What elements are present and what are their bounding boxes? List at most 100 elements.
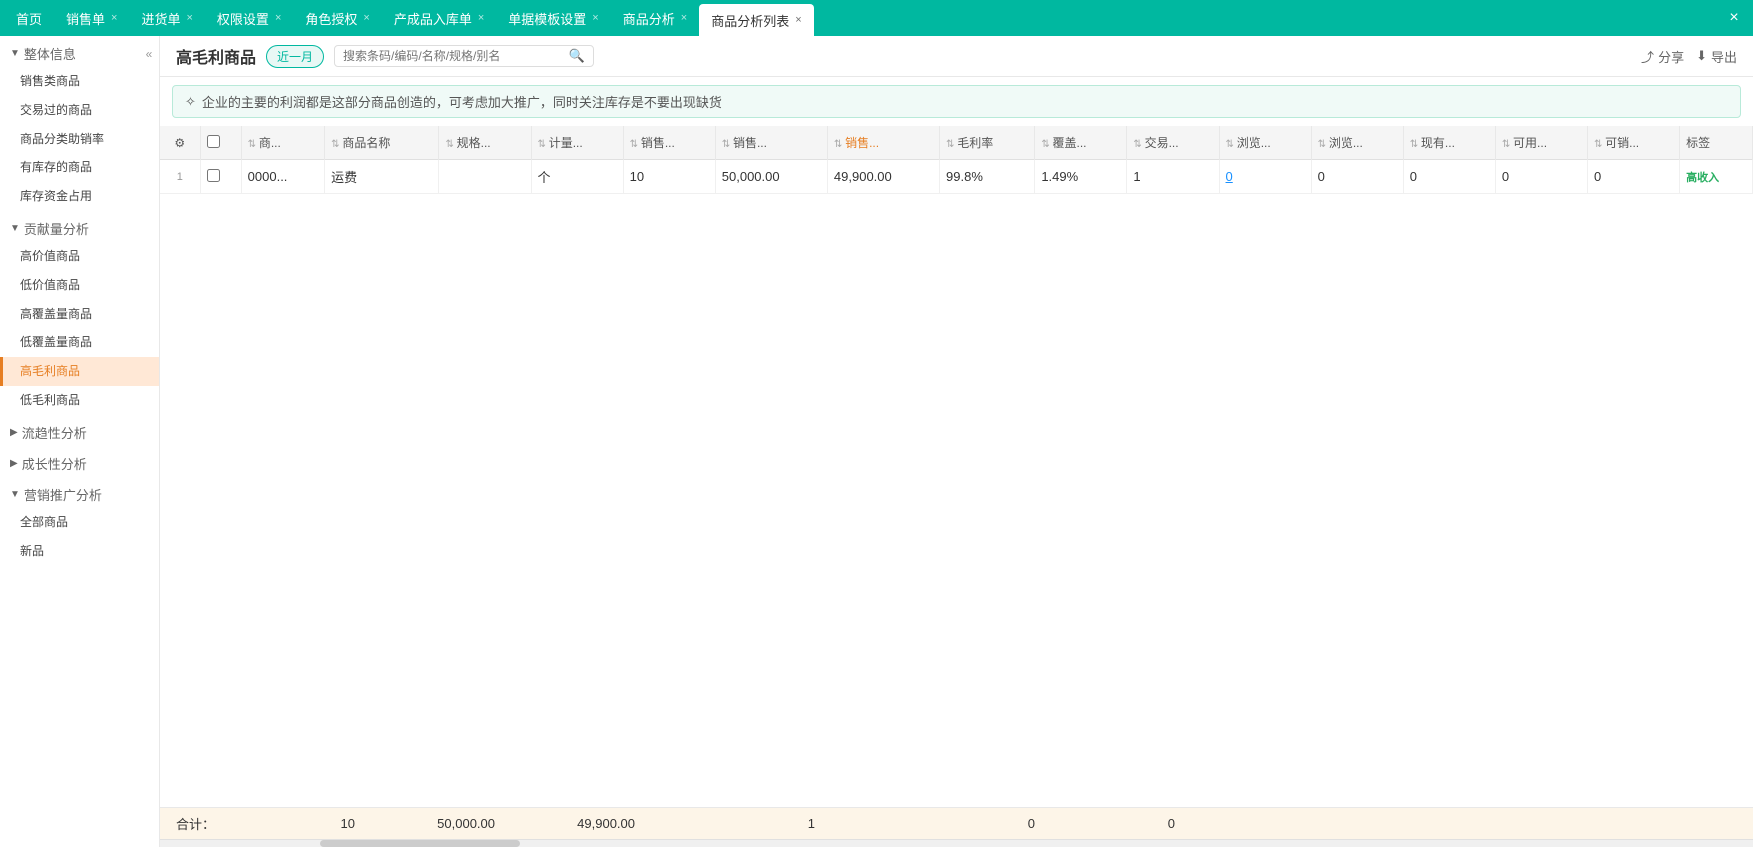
nav-close-template[interactable]: × [592,12,598,24]
nav-close-role[interactable]: × [363,12,369,24]
sidebar-item-sales-goods[interactable]: 销售类商品 [0,67,159,96]
nav-sales-order[interactable]: 销售单 × [54,0,129,36]
export-button[interactable]: ⬇ 导出 [1696,47,1737,66]
col-sales-profit[interactable]: 销售... [827,126,939,160]
sidebar-item-all-goods[interactable]: 全部商品 [0,508,159,537]
col-tag: 标签 [1680,126,1753,160]
nav-close-analysis[interactable]: × [681,12,687,24]
nav-close-permission[interactable]: × [275,12,281,24]
footer-stock-available: 0 [955,816,1035,831]
cell-browse2: 0 [1311,160,1403,194]
cell-stock-available: 0 [1495,160,1587,194]
filter-recent-month-button[interactable]: 近一月 [266,45,324,68]
share-button[interactable]: ⤴ 分享 [1641,47,1684,66]
table-container[interactable]: ⚙ 商... 商品名称 规格... 计量... 销售... 销售... 销售..… [160,126,1753,807]
cell-gross-margin: 99.8% [940,160,1035,194]
col-settings[interactable]: ⚙ [160,126,200,160]
footer-sales-qty: 10 [275,816,355,831]
nav-close-all-button[interactable]: × [1719,0,1749,36]
nav-finished-goods[interactable]: 产成品入库单 × [382,0,496,36]
horizontal-scrollbar[interactable] [160,839,1753,847]
top-nav: 首页 销售单 × 进货单 × 权限设置 × 角色授权 × 产成品入库单 × 单据… [0,0,1753,36]
nav-product-analysis[interactable]: 商品分析 × [611,0,699,36]
col-name[interactable]: 商品名称 [325,126,439,160]
cell-checkbox[interactable] [200,160,241,194]
content-header: 高毛利商品 近一月 🔍 ⤴ 分享 ⬇ 导出 [160,36,1753,77]
footer-transaction: 1 [735,816,815,831]
col-unit[interactable]: 计量... [531,126,623,160]
cell-sales-profit: 49,900.00 [827,160,939,194]
nav-role-auth[interactable]: 角色授权 × [293,0,381,36]
export-icon: ⬇ [1696,48,1707,64]
sidebar-group-flow[interactable]: ▶ 流趋性分析 [0,415,159,446]
sidebar-item-category-rate[interactable]: 商品分类助销率 [0,125,159,154]
col-stock-available[interactable]: 可用... [1495,126,1587,160]
cell-index: 1 [160,160,200,194]
search-icon[interactable]: 🔍 [569,48,585,64]
sidebar-item-stock-capital[interactable]: 库存资金占用 [0,182,159,211]
footer-label: 合计： [176,814,215,833]
share-icon: ⤴ [1641,47,1654,66]
sidebar-item-stock-goods[interactable]: 有库存的商品 [0,153,159,182]
sidebar-item-high-value[interactable]: 高价值商品 [0,242,159,271]
table-footer: 合计： 10 50,000.00 49,900.00 1 0 0 [160,807,1753,839]
header-actions: ⤴ 分享 ⬇ 导出 [1641,47,1737,66]
nav-template-settings[interactable]: 单据模板设置 × [496,0,610,36]
col-stock-saleable[interactable]: 可销... [1587,126,1679,160]
select-all-checkbox[interactable] [207,135,220,148]
cell-browse1[interactable]: 0 [1219,160,1311,194]
info-icon: ✧ [185,94,196,110]
sidebar-item-low-value[interactable]: 低价值商品 [0,271,159,300]
col-spec[interactable]: 规格... [439,126,531,160]
col-sales-amount[interactable]: 销售... [715,126,827,160]
page-title: 高毛利商品 [176,44,256,68]
table-row: 1 0000... 运费 个 10 50,000.00 49,900.00 99… [160,160,1753,194]
col-stock-current[interactable]: 现有... [1403,126,1495,160]
search-box: 🔍 [334,45,594,67]
sidebar-group-marketing[interactable]: ▼ 营销推广分析 [0,477,159,508]
cell-unit: 个 [531,160,623,194]
col-sales-qty[interactable]: 销售... [623,126,715,160]
nav-close-finished[interactable]: × [478,12,484,24]
cell-tag: 高收入 [1680,160,1753,194]
sidebar-item-high-margin[interactable]: 高毛利商品 [0,357,159,386]
col-checkbox [200,126,241,160]
cell-transaction: 1 [1127,160,1219,194]
sidebar-group-overall[interactable]: ▼ 整体信息 [0,36,159,67]
nav-home[interactable]: 首页 [4,0,54,36]
sidebar-group-growth[interactable]: ▶ 成长性分析 [0,446,159,477]
nav-close-sales[interactable]: × [111,12,117,24]
product-table: ⚙ 商... 商品名称 规格... 计量... 销售... 销售... 销售..… [160,126,1753,194]
sidebar-item-high-coverage[interactable]: 高覆盖量商品 [0,300,159,329]
nav-permission-settings[interactable]: 权限设置 × [205,0,293,36]
col-code[interactable]: 商... [241,126,325,160]
sidebar-collapse-button[interactable]: « [139,44,159,64]
col-browse2[interactable]: 浏览... [1311,126,1403,160]
col-transaction[interactable]: 交易... [1127,126,1219,160]
col-browse1[interactable]: 浏览... [1219,126,1311,160]
nav-close-analysis-list[interactable]: × [795,14,801,26]
group-arrow-marketing: ▼ [10,489,20,500]
cell-spec [439,160,531,194]
col-coverage[interactable]: 覆盖... [1035,126,1127,160]
content-area: 高毛利商品 近一月 🔍 ⤴ 分享 ⬇ 导出 ✧ 企业的主要的利润都是这部分商品创… [160,36,1753,847]
footer-stock-saleable: 0 [1095,816,1175,831]
nav-close-purchase[interactable]: × [186,12,192,24]
cell-sales-qty: 10 [623,160,715,194]
group-arrow-contribution: ▼ [10,223,20,234]
nav-product-analysis-list[interactable]: 商品分析列表 × [699,4,813,36]
main-layout: « ▼ 整体信息 销售类商品 交易过的商品 商品分类助销率 有库存的商品 库存资… [0,36,1753,847]
sidebar-item-traded-goods[interactable]: 交易过的商品 [0,96,159,125]
search-input[interactable] [343,49,569,63]
sidebar-item-low-margin[interactable]: 低毛利商品 [0,386,159,415]
sidebar-item-low-coverage[interactable]: 低覆盖量商品 [0,328,159,357]
cell-code: 0000... [241,160,325,194]
group-arrow-flow: ▶ [10,427,18,438]
cell-stock-saleable: 0 [1587,160,1679,194]
footer-sales-amount: 50,000.00 [415,816,495,831]
sidebar-group-contribution[interactable]: ▼ 贡献量分析 [0,211,159,242]
col-gross-margin[interactable]: 毛利率 [940,126,1035,160]
nav-purchase-order[interactable]: 进货单 × [129,0,204,36]
cell-coverage: 1.49% [1035,160,1127,194]
sidebar-item-new-goods[interactable]: 新品 [0,537,159,566]
